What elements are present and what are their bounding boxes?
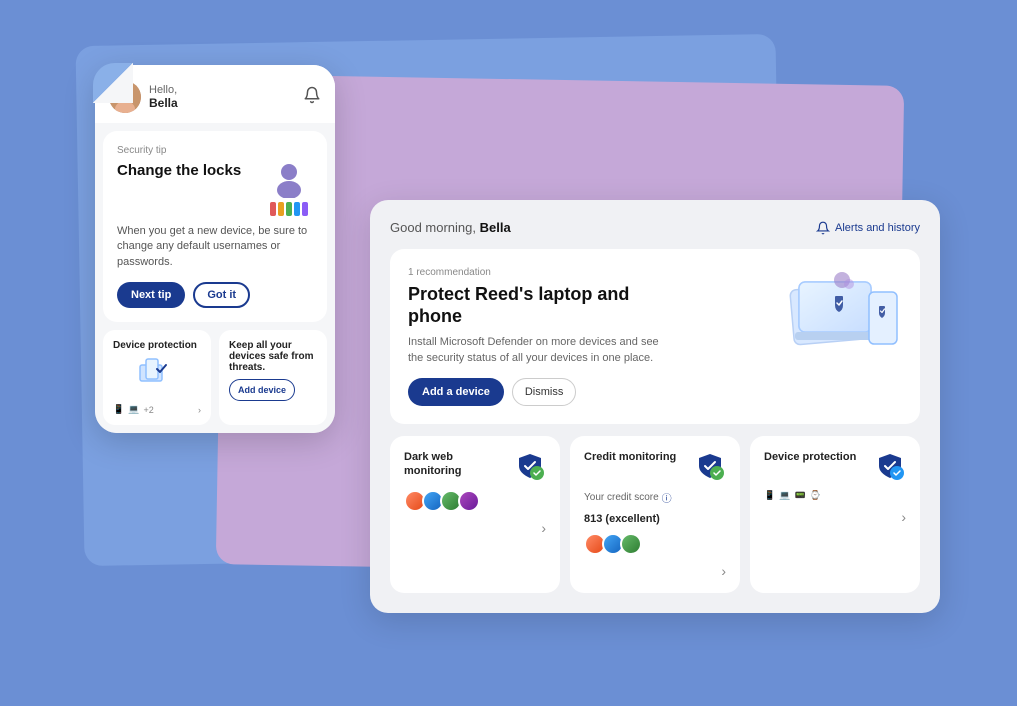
avatar — [109, 81, 141, 113]
laptop-icon: 💻 — [128, 404, 139, 415]
avatar-3 — [620, 533, 642, 555]
mobile-bottom-cards: Device protection 📱 💻 +2 › Keep — [95, 330, 335, 433]
mobile-header: Hello, Bella — [95, 65, 335, 123]
recommendation-card: 1 recommendation Protect Reed's laptop a… — [390, 249, 920, 424]
tip-title: Change the locks — [117, 162, 241, 180]
arrow-right-icon[interactable]: › — [198, 405, 201, 415]
device-protection-title-desktop: Device protection — [764, 450, 856, 464]
credit-title: Credit monitoring — [584, 450, 676, 464]
person-icon — [271, 162, 307, 198]
phone-icon: 📱 — [764, 490, 775, 501]
bell-icon-desktop — [816, 221, 830, 235]
credit-card: Credit monitoring Your credit score ⓘ 81… — [570, 436, 740, 593]
dark-web-title: Dark webmonitoring — [404, 450, 461, 479]
credit-footer: › — [584, 563, 726, 579]
credit-arrow[interactable]: › — [721, 563, 726, 579]
bar-blue — [294, 202, 300, 216]
tip-label: Security tip — [117, 145, 313, 156]
bar-red — [270, 202, 276, 216]
dark-web-footer: › — [404, 520, 546, 536]
device-protection-desktop-card: Device protection 📱 💻 📟 ⌚ › — [750, 436, 920, 593]
device-protection-badge — [874, 450, 906, 482]
tip-buttons: Next tip Got it — [117, 282, 313, 308]
device-protection-arrow[interactable]: › — [901, 509, 906, 525]
tip-bars — [270, 202, 308, 216]
credit-avatars — [584, 533, 726, 555]
dark-web-arrow[interactable]: › — [541, 520, 546, 536]
credit-subtitle: Your credit score ⓘ — [584, 490, 726, 505]
security-tip-section: Security tip Change the locks — [103, 131, 327, 322]
alerts-link[interactable]: Alerts and history — [816, 221, 920, 235]
device-icons-row: 📱 💻 +2 › — [113, 404, 201, 415]
next-tip-button[interactable]: Next tip — [117, 282, 185, 308]
device-protection-header: Device protection — [764, 450, 906, 482]
tip-description: When you get a new device, be sure to ch… — [117, 224, 313, 270]
keep-safe-text: Keep all your devices safe from threats. — [229, 340, 317, 373]
rec-description: Install Microsoft Defender on more devic… — [408, 335, 668, 366]
device-illus — [787, 272, 897, 362]
avatar-4 — [458, 490, 480, 512]
more-devices: +2 — [143, 405, 153, 415]
dark-web-shield — [514, 450, 546, 482]
dark-web-header: Dark webmonitoring — [404, 450, 546, 482]
device-illustration — [782, 267, 902, 367]
bar-green — [286, 202, 292, 216]
desktop-card: Good morning, Bella Alerts and history 1… — [370, 200, 940, 613]
add-device-rec-button[interactable]: Add a device — [408, 378, 504, 406]
tip-icon-area — [265, 162, 313, 216]
avatar-image — [109, 81, 141, 113]
dark-web-avatars — [404, 490, 546, 512]
greeting: Good morning, Bella — [390, 220, 511, 235]
desktop-header: Good morning, Bella Alerts and history — [390, 220, 920, 235]
laptop-icon: 💻 — [779, 490, 790, 501]
mobile-header-left: Hello, Bella — [109, 81, 178, 113]
watch-icon: ⌚ — [810, 490, 821, 501]
rec-buttons: Add a device Dismiss — [408, 378, 668, 406]
shield-check-icon-3 — [875, 451, 905, 481]
device-icons-desktop: 📱 💻 📟 ⌚ — [764, 490, 906, 501]
credit-score-label: Your credit score — [584, 492, 659, 503]
rec-content: 1 recommendation Protect Reed's laptop a… — [408, 267, 668, 406]
add-device-button[interactable]: Add device — [229, 379, 295, 401]
device-protection-footer: › — [764, 509, 906, 525]
credit-shield — [694, 450, 726, 482]
shield-check-icon-2 — [695, 451, 725, 481]
hello-label: Hello, — [149, 84, 178, 96]
info-icon[interactable]: ⓘ — [662, 490, 672, 505]
phone-icon: 📱 — [113, 404, 124, 415]
rec-label: 1 recommendation — [408, 267, 668, 278]
greeting-text: Good morning, — [390, 220, 476, 235]
alerts-label: Alerts and history — [835, 222, 920, 234]
device-protection-card: Device protection 📱 💻 +2 › — [103, 330, 211, 425]
rec-title: Protect Reed's laptop and phone — [408, 284, 668, 327]
devices-svg — [787, 272, 907, 372]
dismiss-button[interactable]: Dismiss — [512, 378, 577, 406]
mobile-card: Hello, Bella Security tip Change the loc… — [95, 65, 335, 433]
got-it-button[interactable]: Got it — [193, 282, 250, 308]
add-device-card: Keep all your devices safe from threats.… — [219, 330, 327, 425]
dark-web-card: Dark webmonitoring › — [390, 436, 560, 593]
device-protection-icon — [138, 357, 176, 393]
bell-icon[interactable] — [303, 86, 321, 109]
credit-score-value: 813 (excellent) — [584, 513, 726, 525]
tablet-icon: 📟 — [794, 490, 805, 501]
user-name-desktop: Bella — [480, 220, 511, 235]
user-name: Bella — [149, 96, 178, 110]
greeting-text: Hello, Bella — [149, 84, 178, 110]
bar-orange — [278, 202, 284, 216]
device-protection-title: Device protection — [113, 340, 201, 351]
info-cards-row: Dark webmonitoring › — [390, 436, 920, 593]
tip-header: Change the locks — [117, 162, 313, 216]
shield-check-icon — [515, 451, 545, 481]
bar-purple — [302, 202, 308, 216]
credit-header: Credit monitoring — [584, 450, 726, 482]
